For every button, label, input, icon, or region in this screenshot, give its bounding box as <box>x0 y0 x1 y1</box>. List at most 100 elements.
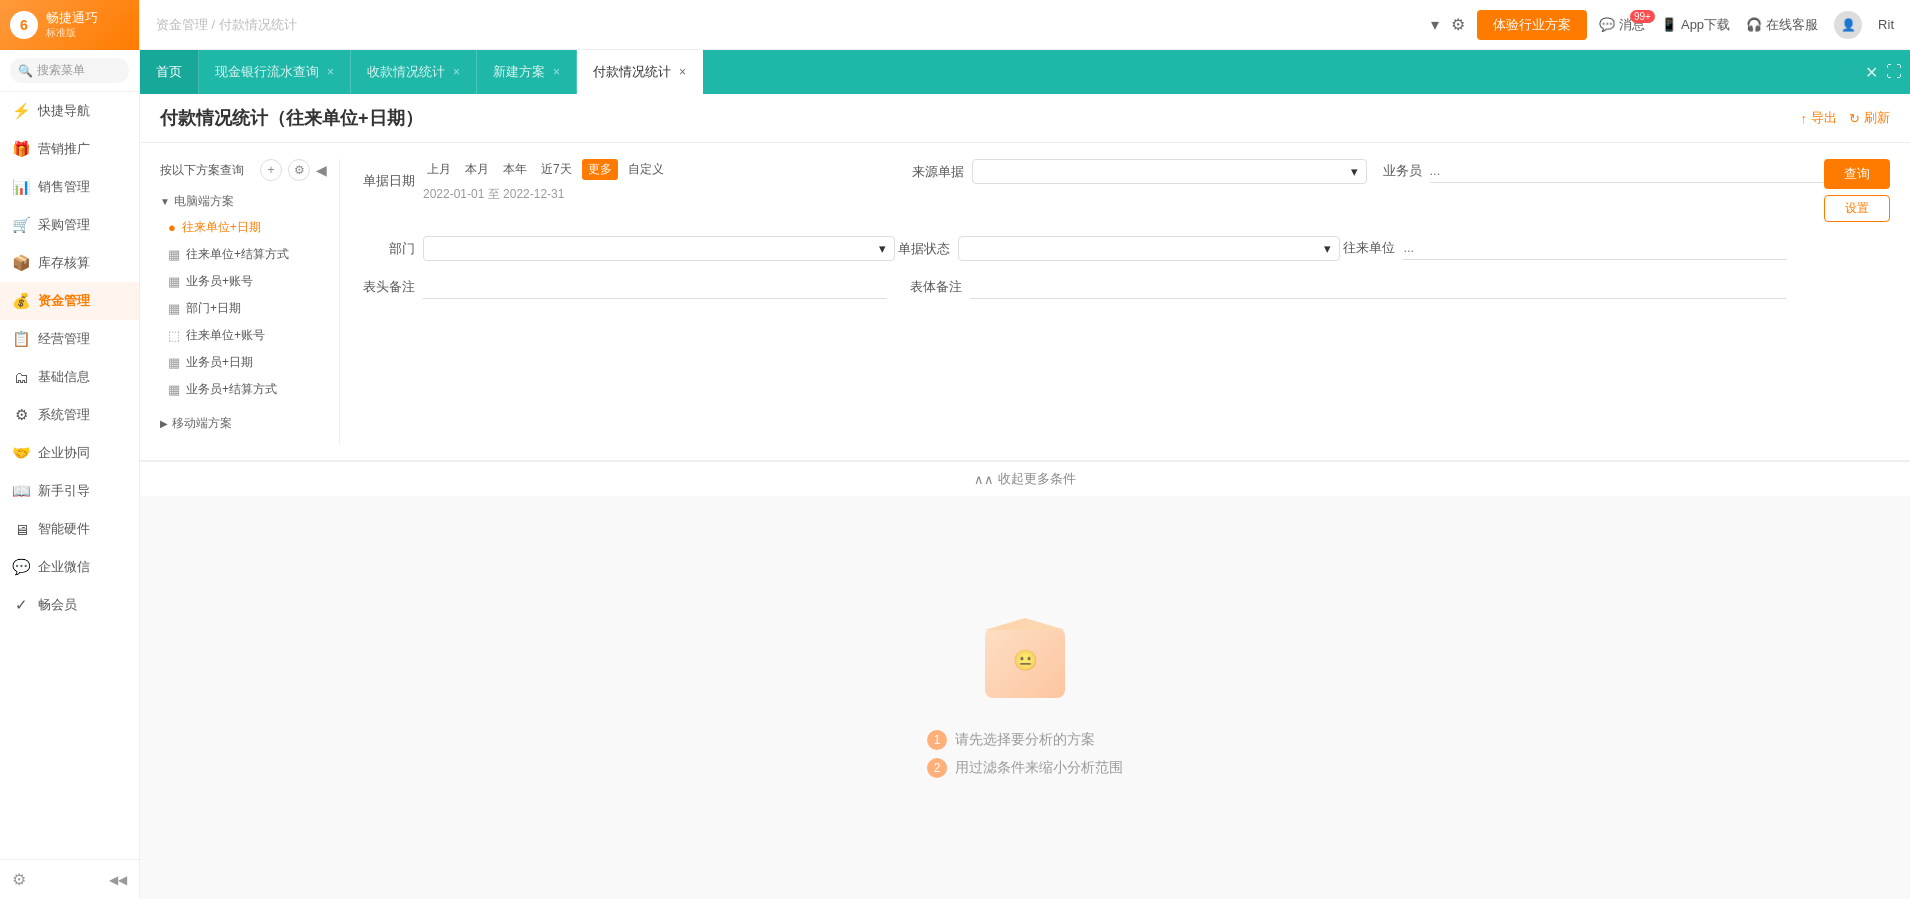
mobile-group-label: 移动端方案 <box>172 415 232 432</box>
tab-payment[interactable]: 付款情况统计 × <box>577 50 703 94</box>
sidebar-item-label: 企业微信 <box>38 558 90 576</box>
date-tab-last-month[interactable]: 上月 <box>423 159 455 180</box>
sidebar-item-basic[interactable]: 🗂 基础信息 <box>0 358 139 396</box>
refresh-btn[interactable]: ↻ 刷新 <box>1849 109 1890 127</box>
online-service-btn[interactable]: 🎧 在线客服 <box>1746 16 1818 34</box>
partner-input[interactable] <box>1403 236 1786 260</box>
scheme-add-btn[interactable]: + <box>260 159 282 181</box>
date-tab-this-year[interactable]: 本年 <box>499 159 531 180</box>
body-note-label: 表体备注 <box>907 278 962 296</box>
tab-payment-close[interactable]: × <box>679 65 686 79</box>
scheme-item-unit-settle[interactable]: ▦ 往来单位+结算方式 <box>160 241 327 268</box>
scheme-settings-btn[interactable]: ⚙ <box>288 159 310 181</box>
sidebar-item-collab[interactable]: 🤝 企业协同 <box>0 434 139 472</box>
staff-input[interactable] <box>1430 159 1825 183</box>
search-input[interactable]: 🔍 搜索菜单 <box>10 58 129 83</box>
logo-text: 畅捷通巧 标准版 <box>46 10 98 40</box>
basic-icon: 🗂 <box>12 368 30 386</box>
scheme-collapse-btn[interactable]: ◀ <box>316 162 327 178</box>
dept-select[interactable]: ▾ <box>423 236 895 261</box>
sidebar-item-label: 快捷导航 <box>38 102 90 120</box>
empty-hint-2: 2 用过滤条件来缩小分析范围 <box>927 758 1123 778</box>
tab-fullscreen-btn[interactable]: ⛶ <box>1886 63 1902 81</box>
export-btn[interactable]: ↑ 导出 <box>1801 109 1838 127</box>
scheme-item-icon: ▦ <box>168 247 180 262</box>
scheme-item-staff-account[interactable]: ▦ 业务员+账号 <box>160 268 327 295</box>
sidebar-item-finance[interactable]: 💰 资金管理 <box>0 282 139 320</box>
date-tab-custom[interactable]: 自定义 <box>624 159 668 180</box>
sidebar-item-vip[interactable]: ✓ 畅会员 <box>0 586 139 624</box>
topbar: 资金管理 / 付款情况统计 ▾ ⚙ 体验行业方案 💬 消息 99+ 📱 App下… <box>140 0 1910 50</box>
header-note-input[interactable] <box>423 275 887 299</box>
scheme-group-pc-title[interactable]: ▼ 电脑端方案 <box>160 189 327 214</box>
empty-illustration: 😐 <box>965 618 1085 718</box>
sidebar-item-weixin[interactable]: 💬 企业微信 <box>0 548 139 586</box>
app-download-btn[interactable]: 📱 App下载 <box>1661 16 1730 34</box>
date-tab-7days[interactable]: 近7天 <box>537 159 576 180</box>
scheme-item-staff-date[interactable]: ▦ 业务员+日期 <box>160 349 327 376</box>
tab-receipt[interactable]: 收款情况统计 × <box>351 50 477 94</box>
sidebar-item-guide[interactable]: 📖 新手引导 <box>0 472 139 510</box>
date-range: 2022-01-01 至 2022-12-31 <box>423 186 909 203</box>
collab-icon: 🤝 <box>12 444 30 462</box>
tab-new-plan[interactable]: 新建方案 × <box>477 50 577 94</box>
scheme-item-icon: ▦ <box>168 382 180 397</box>
scheme-item-label: 往来单位+账号 <box>186 327 265 344</box>
sidebar-item-marketing[interactable]: 🎁 营销推广 <box>0 130 139 168</box>
source-select[interactable]: ▾ <box>972 159 1367 184</box>
vip-icon: ✓ <box>12 596 30 614</box>
scheme-item-staff-settle[interactable]: ▦ 业务员+结算方式 <box>160 376 327 403</box>
username[interactable]: Rit <box>1878 17 1894 32</box>
settings-icon[interactable]: ⚙ <box>1451 15 1465 34</box>
sidebar-item-hardware[interactable]: 🖥 智能硬件 <box>0 510 139 548</box>
marketing-icon: 🎁 <box>12 140 30 158</box>
scheme-item-unit-account[interactable]: ⬚ 往来单位+账号 <box>160 322 327 349</box>
breadcrumb-dropdown[interactable]: ▾ <box>1431 15 1439 34</box>
sidebar-item-purchase[interactable]: 🛒 采购管理 <box>0 206 139 244</box>
sidebar-item-quick-nav[interactable]: ⚡ 快捷导航 <box>0 92 139 130</box>
sidebar-item-sales[interactable]: 📊 销售管理 <box>0 168 139 206</box>
body-note-input[interactable] <box>970 275 1786 299</box>
tab-home[interactable]: 首页 <box>140 50 199 94</box>
date-tab-this-month[interactable]: 本月 <box>461 159 493 180</box>
tab-receipt-label: 收款情况统计 <box>367 63 445 81</box>
tab-close-all-btn[interactable]: ✕ <box>1865 63 1878 82</box>
sidebar-item-label: 畅会员 <box>38 596 77 614</box>
doc-status-select[interactable]: ▾ <box>958 236 1341 261</box>
sidebar-settings-btn[interactable]: ⚙ <box>12 870 26 889</box>
avatar[interactable]: 👤 <box>1834 11 1862 39</box>
sidebar-item-system[interactable]: ⚙ 系统管理 <box>0 396 139 434</box>
doc-status-dropdown-icon: ▾ <box>1324 241 1331 256</box>
body-note-field: 表体备注 <box>907 275 1786 299</box>
collapse-icon: ∧∧ <box>974 472 994 487</box>
sidebar-item-label: 系统管理 <box>38 406 90 424</box>
sidebar-item-operation[interactable]: 📋 经营管理 <box>0 320 139 358</box>
staff-label: 业务员 <box>1367 162 1422 180</box>
scheme-group-mobile-title[interactable]: ▶ 移动端方案 <box>160 411 327 436</box>
search-icon: 🔍 <box>18 64 33 78</box>
tab-bank-close[interactable]: × <box>327 65 334 79</box>
empty-box: 😐 <box>985 628 1065 698</box>
collapse-more-btn[interactable]: ∧∧ 收起更多条件 <box>140 461 1910 496</box>
scheme-item-unit-date[interactable]: ● 往来单位+日期 <box>160 214 327 241</box>
scheme-panel-actions: + ⚙ ◀ <box>260 159 327 181</box>
date-tab-more[interactable]: 更多 <box>582 159 618 180</box>
header-note-field: 表头备注 <box>360 275 887 299</box>
tab-new-plan-close[interactable]: × <box>553 65 560 79</box>
tab-receipt-close[interactable]: × <box>453 65 460 79</box>
message-btn[interactable]: 💬 消息 99+ <box>1599 16 1645 34</box>
scheme-item-dept-date[interactable]: ▦ 部门+日期 <box>160 295 327 322</box>
pc-group-arrow: ▼ <box>160 196 170 207</box>
sidebar-collapse-btn[interactable]: ◀◀ <box>109 873 127 887</box>
purchase-icon: 🛒 <box>12 216 30 234</box>
trial-btn[interactable]: 体验行业方案 <box>1477 10 1587 40</box>
filter-settings-btn[interactable]: 设置 <box>1824 195 1890 222</box>
empty-texts: 1 请先选择要分析的方案 2 用过滤条件来缩小分析范围 <box>927 730 1123 778</box>
sidebar-item-inventory[interactable]: 📦 库存核算 <box>0 244 139 282</box>
scheme-item-label: 业务员+结算方式 <box>186 381 277 398</box>
query-btn[interactable]: 查询 <box>1824 159 1890 189</box>
tab-new-plan-label: 新建方案 <box>493 63 545 81</box>
inventory-icon: 📦 <box>12 254 30 272</box>
tab-bank[interactable]: 现金银行流水查询 × <box>199 50 351 94</box>
main-area: 资金管理 / 付款情况统计 ▾ ⚙ 体验行业方案 💬 消息 99+ 📱 App下… <box>140 0 1910 899</box>
